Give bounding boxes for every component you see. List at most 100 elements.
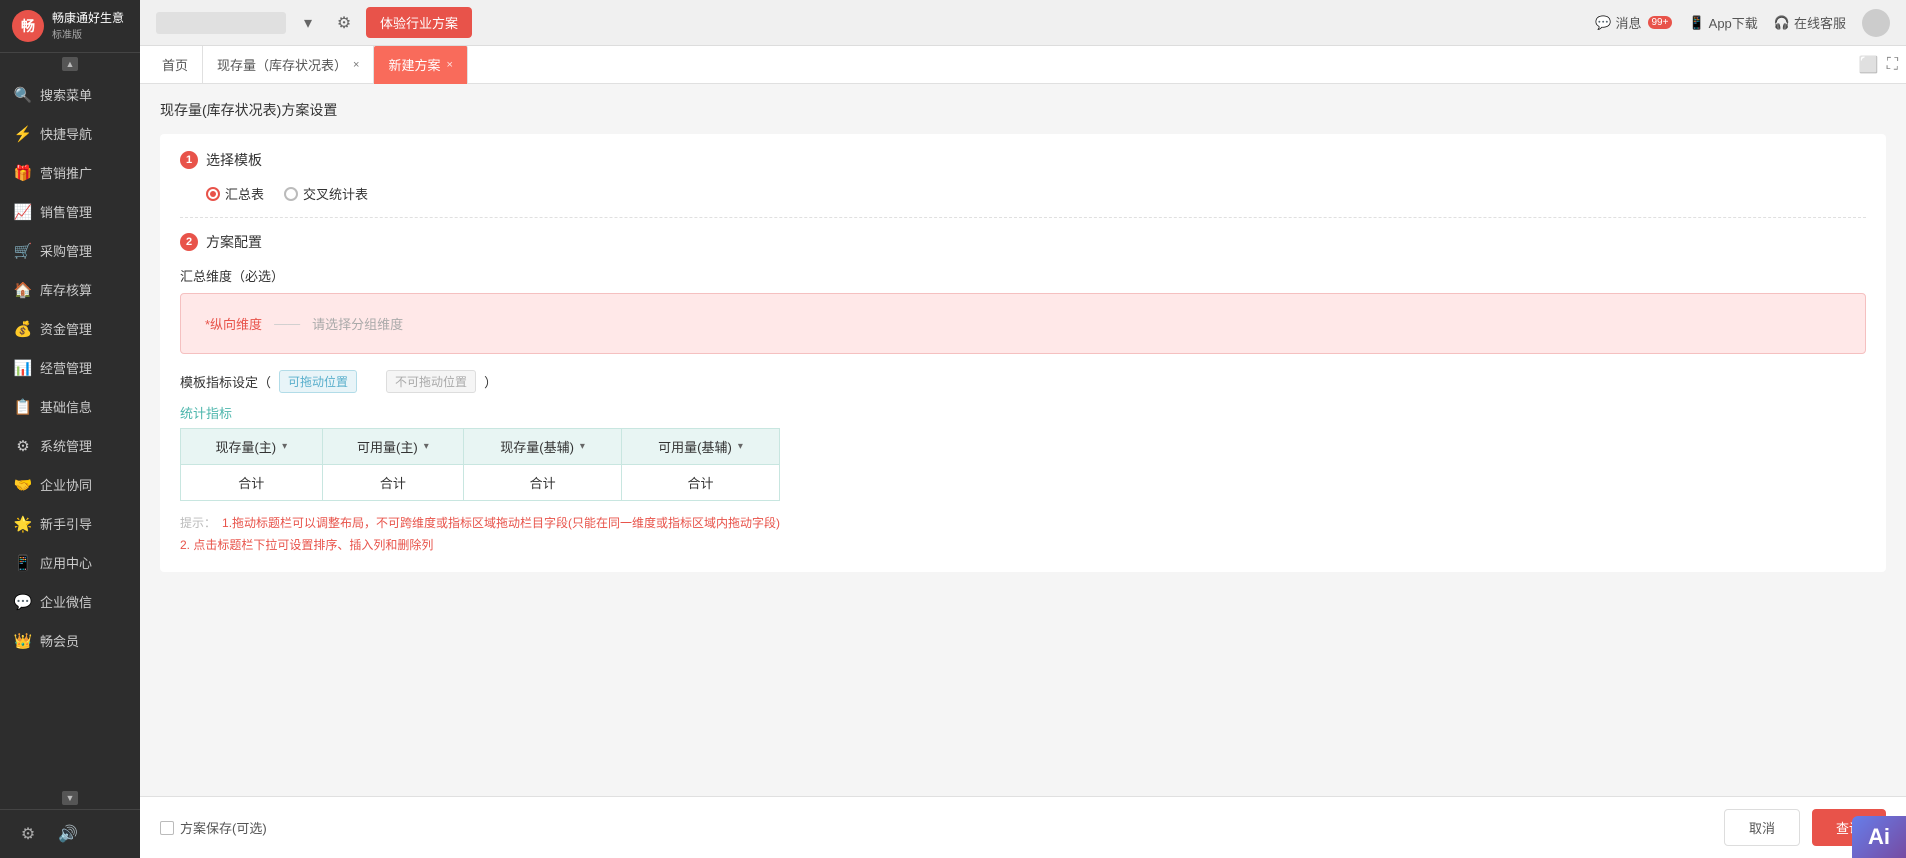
- sidebar-item-finance[interactable]: 💰 资金管理: [0, 309, 140, 348]
- sidebar-item-basic-info[interactable]: 📋 基础信息: [0, 387, 140, 426]
- radio-cross[interactable]: [284, 187, 298, 201]
- ai-badge[interactable]: Ai: [1852, 816, 1906, 858]
- col-0-label: 现存量(主): [215, 437, 276, 456]
- template-option-summary[interactable]: 汇总表: [206, 184, 264, 203]
- sidebar-item-sales[interactable]: 📈 销售管理: [0, 192, 140, 231]
- headset-icon: 🎧: [1774, 15, 1790, 31]
- messages-item[interactable]: 💬 消息 99+: [1595, 13, 1672, 32]
- sidebar-item-app-center-label: 应用中心: [40, 553, 92, 572]
- sidebar-item-marketing[interactable]: 🎁 营销推广: [0, 153, 140, 192]
- sidebar-settings-button[interactable]: ⚙: [14, 820, 42, 848]
- sidebar-item-quick-nav[interactable]: ⚡ 快捷导航: [0, 114, 140, 153]
- messages-badge: 99+: [1648, 16, 1673, 29]
- dimension-placeholder[interactable]: 请选择分组维度: [312, 314, 403, 333]
- app-name: 畅康通好生意: [52, 11, 124, 27]
- tab-restore-button[interactable]: ⬜: [1859, 55, 1879, 75]
- dimension-separator: ——: [274, 316, 300, 331]
- indicator-settings-suffix: ）: [484, 372, 497, 391]
- ai-label: Ai: [1868, 824, 1890, 849]
- sidebar-item-collab-label: 企业协同: [40, 475, 92, 494]
- cancel-button[interactable]: 取消: [1724, 809, 1800, 846]
- sidebar-item-purchase-label: 采购管理: [40, 241, 92, 260]
- sidebar-item-collab[interactable]: 🤝 企业协同: [0, 465, 140, 504]
- scroll-down-button[interactable]: ▼: [62, 791, 78, 805]
- tab-inventory-status-label: 现存量（库存状况表）: [217, 55, 347, 74]
- tabs-right-actions: ⬜ ⛶: [1859, 55, 1898, 75]
- tip-item-0: 提示： 1.拖动标题栏可以调整布局，不可跨维度或指标区域拖动栏目字段(只能在同一…: [180, 513, 1866, 535]
- sidebar-item-quick-nav-label: 快捷导航: [40, 124, 92, 143]
- col-2-dropdown-icon[interactable]: ▾: [580, 441, 585, 452]
- customer-service-item[interactable]: 🎧 在线客服: [1774, 13, 1846, 32]
- tab-home[interactable]: 首页: [148, 46, 203, 84]
- col-3-label: 可用量(基辅): [658, 437, 732, 456]
- col-1-dropdown-icon[interactable]: ▾: [424, 441, 429, 452]
- stats-table: 现存量(主) ▾ 可用量(主) ▾ 现存量(基辅: [180, 428, 780, 501]
- sidebar-item-app-center[interactable]: 📱 应用中心: [0, 543, 140, 582]
- cell-3: 合计: [622, 465, 780, 501]
- sidebar-item-search[interactable]: 🔍 搜索菜单: [0, 75, 140, 114]
- sidebar: 畅 畅康通好生意 标准版 ▲ 🔍 搜索菜单 ⚡ 快捷导航 🎁 营销推广 📈 销售…: [0, 0, 140, 858]
- sidebar-item-inventory[interactable]: 🏠 库存核算: [0, 270, 140, 309]
- tips-section: 提示： 1.拖动标题栏可以调整布局，不可跨维度或指标区域拖动栏目字段(只能在同一…: [180, 513, 1866, 556]
- sidebar-item-marketing-label: 营销推广: [40, 163, 92, 182]
- operation-icon: 📊: [14, 359, 32, 377]
- sidebar-item-guide[interactable]: 🌟 新手引导: [0, 504, 140, 543]
- sidebar-scroll-bottom: ▼: [0, 787, 140, 809]
- app-download-item[interactable]: 📱 App下载: [1688, 13, 1757, 32]
- sidebar-item-enterprise-wechat-label: 企业微信: [40, 592, 92, 611]
- col-3-dropdown-icon[interactable]: ▾: [738, 441, 743, 452]
- radio-summary[interactable]: [206, 187, 220, 201]
- cell-0: 合计: [181, 465, 323, 501]
- dimension-row: *纵向维度 —— 请选择分组维度: [205, 314, 1841, 333]
- cell-2: 合计: [464, 465, 622, 501]
- sidebar-item-system-label: 系统管理: [40, 436, 92, 455]
- topbar-gear-button[interactable]: ⚙: [330, 9, 358, 37]
- template-option-cross[interactable]: 交叉统计表: [284, 184, 368, 203]
- tab-expand-button[interactable]: ⛶: [1887, 55, 1898, 75]
- sidebar-item-member[interactable]: 👑 畅会员: [0, 621, 140, 660]
- indicator-settings-text: 模板指标设定（: [180, 372, 271, 391]
- sidebar-item-purchase[interactable]: 🛒 采购管理: [0, 231, 140, 270]
- step2-title: 方案配置: [206, 232, 262, 252]
- save-option[interactable]: 方案保存(可选): [160, 818, 267, 837]
- col-header-2: 现存量(基辅) ▾: [464, 429, 622, 465]
- sidebar-item-basic-info-label: 基础信息: [40, 397, 92, 416]
- tab-inventory-status[interactable]: 现存量（库存状况表） ×: [203, 46, 374, 84]
- scroll-up-button[interactable]: ▲: [62, 57, 78, 71]
- main-wrap: ▾ ⚙ 体验行业方案 💬 消息 99+ 📱 App下载 🎧 在线客服 首页: [140, 0, 1906, 858]
- sidebar-item-member-label: 畅会员: [40, 631, 79, 650]
- topbar-dropdown-button[interactable]: ▾: [294, 9, 322, 37]
- lightning-icon: ⚡: [14, 125, 32, 143]
- tab-inventory-status-close[interactable]: ×: [353, 59, 359, 71]
- topbar-right: 💬 消息 99+ 📱 App下载 🎧 在线客服: [1595, 9, 1890, 37]
- draggable-chip: 可拖动位置: [279, 370, 357, 393]
- house-icon: 🏠: [14, 281, 32, 299]
- sidebar-item-system[interactable]: ⚙ 系统管理: [0, 426, 140, 465]
- tab-new-scheme-close[interactable]: ×: [446, 59, 452, 71]
- experience-industry-button[interactable]: 体验行业方案: [366, 7, 472, 38]
- sidebar-scroll-top: ▲: [0, 53, 140, 75]
- phone-icon: 📱: [1688, 15, 1704, 31]
- topbar-search-input[interactable]: [156, 12, 286, 34]
- sidebar-item-operation[interactable]: 📊 经营管理: [0, 348, 140, 387]
- clipboard-icon: 📋: [14, 398, 32, 416]
- sidebar-sound-button[interactable]: 🔊: [54, 820, 82, 848]
- template-summary-label: 汇总表: [225, 184, 264, 203]
- col-0-dropdown-icon[interactable]: ▾: [282, 441, 287, 452]
- stats-table-data-row: 合计 合计 合计 合计: [181, 465, 780, 501]
- save-checkbox[interactable]: [160, 821, 174, 835]
- sidebar-item-enterprise-wechat[interactable]: 💬 企业微信: [0, 582, 140, 621]
- app-edition: 标准版: [52, 26, 124, 41]
- search-icon: 🔍: [14, 86, 32, 104]
- tab-new-scheme[interactable]: 新建方案 ×: [374, 46, 467, 84]
- sidebar-item-inventory-label: 库存核算: [40, 280, 92, 299]
- user-avatar[interactable]: [1862, 9, 1890, 37]
- gift-icon: 🎁: [14, 164, 32, 182]
- topbar: ▾ ⚙ 体验行业方案 💬 消息 99+ 📱 App下载 🎧 在线客服: [140, 0, 1906, 46]
- stats-section-label: 统计指标: [180, 403, 1866, 422]
- dimension-area: *纵向维度 —— 请选择分组维度: [180, 293, 1866, 354]
- col-header-0: 现存量(主) ▾: [181, 429, 323, 465]
- content-area: 现存量(库存状况表)方案设置 1 选择模板 汇总表 交叉统计表 2: [140, 84, 1906, 796]
- mobile-icon: 📱: [14, 554, 32, 572]
- star-icon: 🌟: [14, 515, 32, 533]
